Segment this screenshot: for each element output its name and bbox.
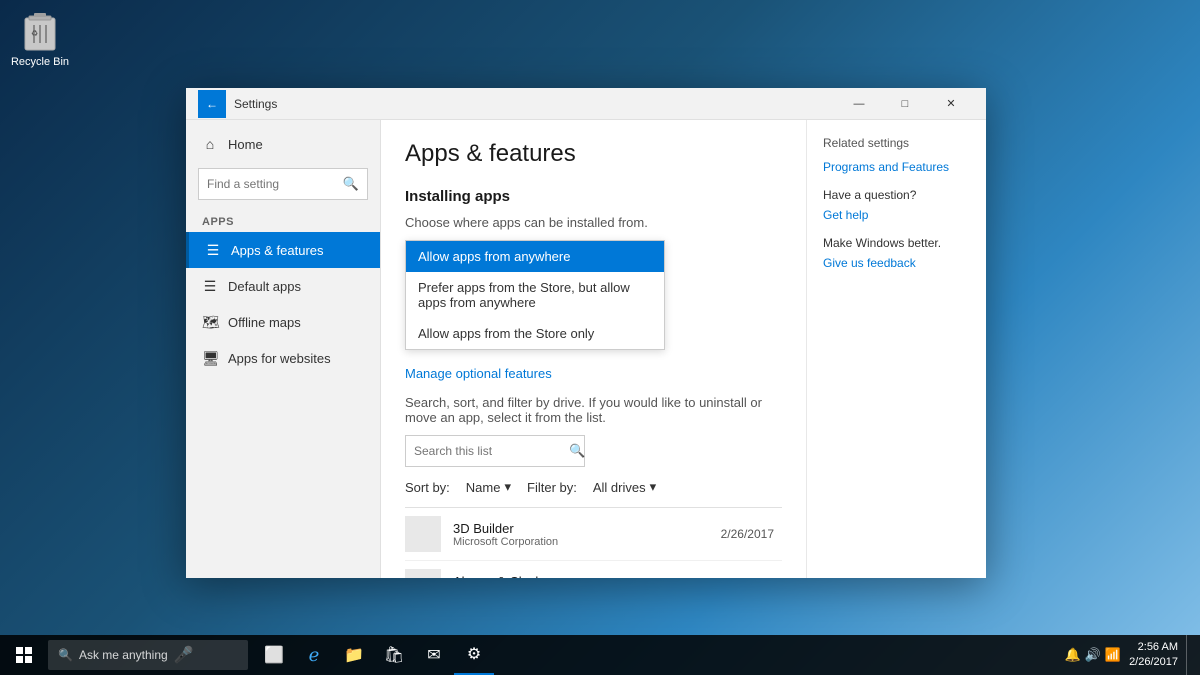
offline-maps-icon: 🗺 <box>202 314 218 331</box>
app-icon-3dbuilder <box>405 516 441 552</box>
dropdown-menu: Allow apps from anywhere Prefer apps fro… <box>405 240 665 350</box>
page-title: Apps & features <box>405 140 782 168</box>
window-titlebar: ← Settings — □ ✕ <box>186 88 986 120</box>
edge-button[interactable]: ℯ <box>294 635 334 675</box>
sidebar-item-apps-websites[interactable]: 🖥 Apps for websites <box>186 340 380 376</box>
mail-button[interactable]: ✉ <box>414 635 454 675</box>
filter-by-dropdown[interactable]: All drives ▾ <box>593 479 656 495</box>
app-icon-alarms <box>405 569 441 578</box>
search-list-wrapper[interactable]: 🔍 <box>405 435 585 467</box>
app-info-1: Alarms & Clock Microsoft Corporation <box>453 574 709 579</box>
taskbar-icons: ⬜ ℯ 📁 🛍 ✉ ⚙ <box>254 635 494 675</box>
sidebar-item-label-default-apps: Default apps <box>228 279 301 294</box>
sidebar-search-input[interactable] <box>207 177 343 191</box>
close-button[interactable]: ✕ <box>928 88 974 120</box>
app-name-1: Alarms & Clock <box>453 574 709 579</box>
explorer-button[interactable]: 📁 <box>334 635 374 675</box>
app-info-0: 3D Builder Microsoft Corporation <box>453 521 709 548</box>
recycle-bin-label: Recycle Bin <box>11 56 69 68</box>
search-list-icon: 🔍 <box>569 443 585 459</box>
taskbar-search-label: Ask me anything <box>79 648 168 662</box>
sidebar-section-label: Apps <box>186 208 380 232</box>
taskbar-search-icon: 🔍 <box>58 648 73 662</box>
app-item-0[interactable]: 3D Builder Microsoft Corporation 2/26/20… <box>405 508 782 561</box>
sidebar-home-label: Home <box>228 137 263 152</box>
taskbar-sys-icons: 🔔 🔊 📶 <box>1065 647 1122 663</box>
app-date-0: 2/26/2017 <box>721 527 774 541</box>
default-apps-icon: ☰ <box>202 278 218 295</box>
taskbar-search[interactable]: 🔍 Ask me anything 🎤 <box>48 640 248 670</box>
window-body: ⌂ Home 🔍 Apps ☰ Apps & features ☰ Defaul… <box>186 120 986 578</box>
date-display: 2/26/2017 <box>1129 655 1178 670</box>
store-button[interactable]: 🛍 <box>374 635 414 675</box>
window-controls: — □ ✕ <box>836 88 974 120</box>
sort-by-dropdown[interactable]: Name ▾ <box>466 479 511 495</box>
sort-by-value: Name <box>466 480 501 495</box>
desktop: ♻ Recycle Bin ← Settings — □ ✕ ⌂ Home <box>0 0 1200 675</box>
window-title: Settings <box>234 97 836 111</box>
recycle-bin[interactable]: ♻ Recycle Bin <box>10 10 70 68</box>
programs-features-link[interactable]: Programs and Features <box>823 160 970 174</box>
svg-text:♻: ♻ <box>31 29 38 38</box>
app-name-0: 3D Builder <box>453 521 709 536</box>
app-list: 3D Builder Microsoft Corporation 2/26/20… <box>405 507 782 578</box>
get-help-link[interactable]: Get help <box>823 208 970 222</box>
sort-by-label: Sort by: <box>405 480 450 495</box>
list-desc: Search, sort, and filter by drive. If yo… <box>405 395 782 425</box>
feedback-link[interactable]: Give us feedback <box>823 256 970 270</box>
sidebar: ⌂ Home 🔍 Apps ☰ Apps & features ☰ Defaul… <box>186 120 381 578</box>
dropdown-option-0[interactable]: Allow apps from anywhere <box>406 241 664 272</box>
app-publisher-0: Microsoft Corporation <box>453 536 709 548</box>
apps-websites-icon: 🖥 <box>202 350 218 367</box>
volume-icon[interactable]: 🔊 <box>1085 647 1101 663</box>
show-desktop-button[interactable] <box>1186 635 1192 675</box>
sidebar-item-default-apps[interactable]: ☰ Default apps <box>186 268 380 304</box>
taskbar: 🔍 Ask me anything 🎤 ⬜ ℯ 📁 🛍 ✉ ⚙ 🔔 🔊 📶 2:… <box>0 635 1200 675</box>
filter-by-value: All drives <box>593 480 646 495</box>
sort-by-chevron: ▾ <box>504 479 511 495</box>
filter-by-label: Filter by: <box>527 480 577 495</box>
app-item-1[interactable]: Alarms & Clock Microsoft Corporation 2/2… <box>405 561 782 578</box>
sort-filter-bar: Sort by: Name ▾ Filter by: All drives ▾ <box>405 479 782 495</box>
sidebar-item-apps-features[interactable]: ☰ Apps & features <box>186 232 380 268</box>
sidebar-item-label-offline-maps: Offline maps <box>228 315 301 330</box>
taskbar-right: 🔔 🔊 📶 2:56 AM 2/26/2017 <box>1065 635 1200 675</box>
manage-optional-link[interactable]: Manage optional features <box>405 366 552 381</box>
start-button[interactable] <box>0 635 48 675</box>
installing-title: Installing apps <box>405 188 782 205</box>
installing-desc: Choose where apps can be installed from. <box>405 215 782 230</box>
main-content: Apps & features Installing apps Choose w… <box>381 120 806 578</box>
maximize-button[interactable]: □ <box>882 88 928 120</box>
sidebar-search-box[interactable]: 🔍 <box>198 168 368 200</box>
sidebar-item-offline-maps[interactable]: 🗺 Offline maps <box>186 304 380 340</box>
home-icon: ⌂ <box>202 136 218 152</box>
sidebar-search-icon: 🔍 <box>343 176 359 192</box>
install-source-dropdown[interactable]: Allow apps from anywhere Prefer apps fro… <box>405 240 665 350</box>
recycle-bin-icon: ♻ <box>21 10 59 52</box>
mic-icon: 🎤 <box>174 645 194 665</box>
dropdown-option-2[interactable]: Allow apps from the Store only <box>406 318 664 349</box>
related-title: Related settings <box>823 136 970 150</box>
sidebar-item-label-apps-features: Apps & features <box>231 243 324 258</box>
filter-by-chevron: ▾ <box>650 479 657 495</box>
start-icon <box>16 647 32 663</box>
make-windows-title: Make Windows better. <box>823 236 970 250</box>
search-list-input[interactable] <box>414 444 569 458</box>
task-view-button[interactable]: ⬜ <box>254 635 294 675</box>
taskbar-time[interactable]: 2:56 AM 2/26/2017 <box>1129 640 1178 671</box>
window-back-button[interactable]: ← <box>198 90 226 118</box>
sidebar-item-label-apps-websites: Apps for websites <box>228 351 331 366</box>
right-panel: Related settings Programs and Features H… <box>806 120 986 578</box>
minimize-button[interactable]: — <box>836 88 882 120</box>
settings-button[interactable]: ⚙ <box>454 635 494 675</box>
dropdown-option-1[interactable]: Prefer apps from the Store, but allow ap… <box>406 272 664 318</box>
notification-icon[interactable]: 🔔 <box>1065 647 1081 663</box>
network-icon[interactable]: 📶 <box>1105 647 1121 663</box>
question-title: Have a question? <box>823 188 970 202</box>
apps-features-icon: ☰ <box>205 242 221 259</box>
time-display: 2:56 AM <box>1129 640 1178 655</box>
settings-window: ← Settings — □ ✕ ⌂ Home 🔍 Apps <box>186 88 986 578</box>
sidebar-home[interactable]: ⌂ Home <box>186 128 380 160</box>
